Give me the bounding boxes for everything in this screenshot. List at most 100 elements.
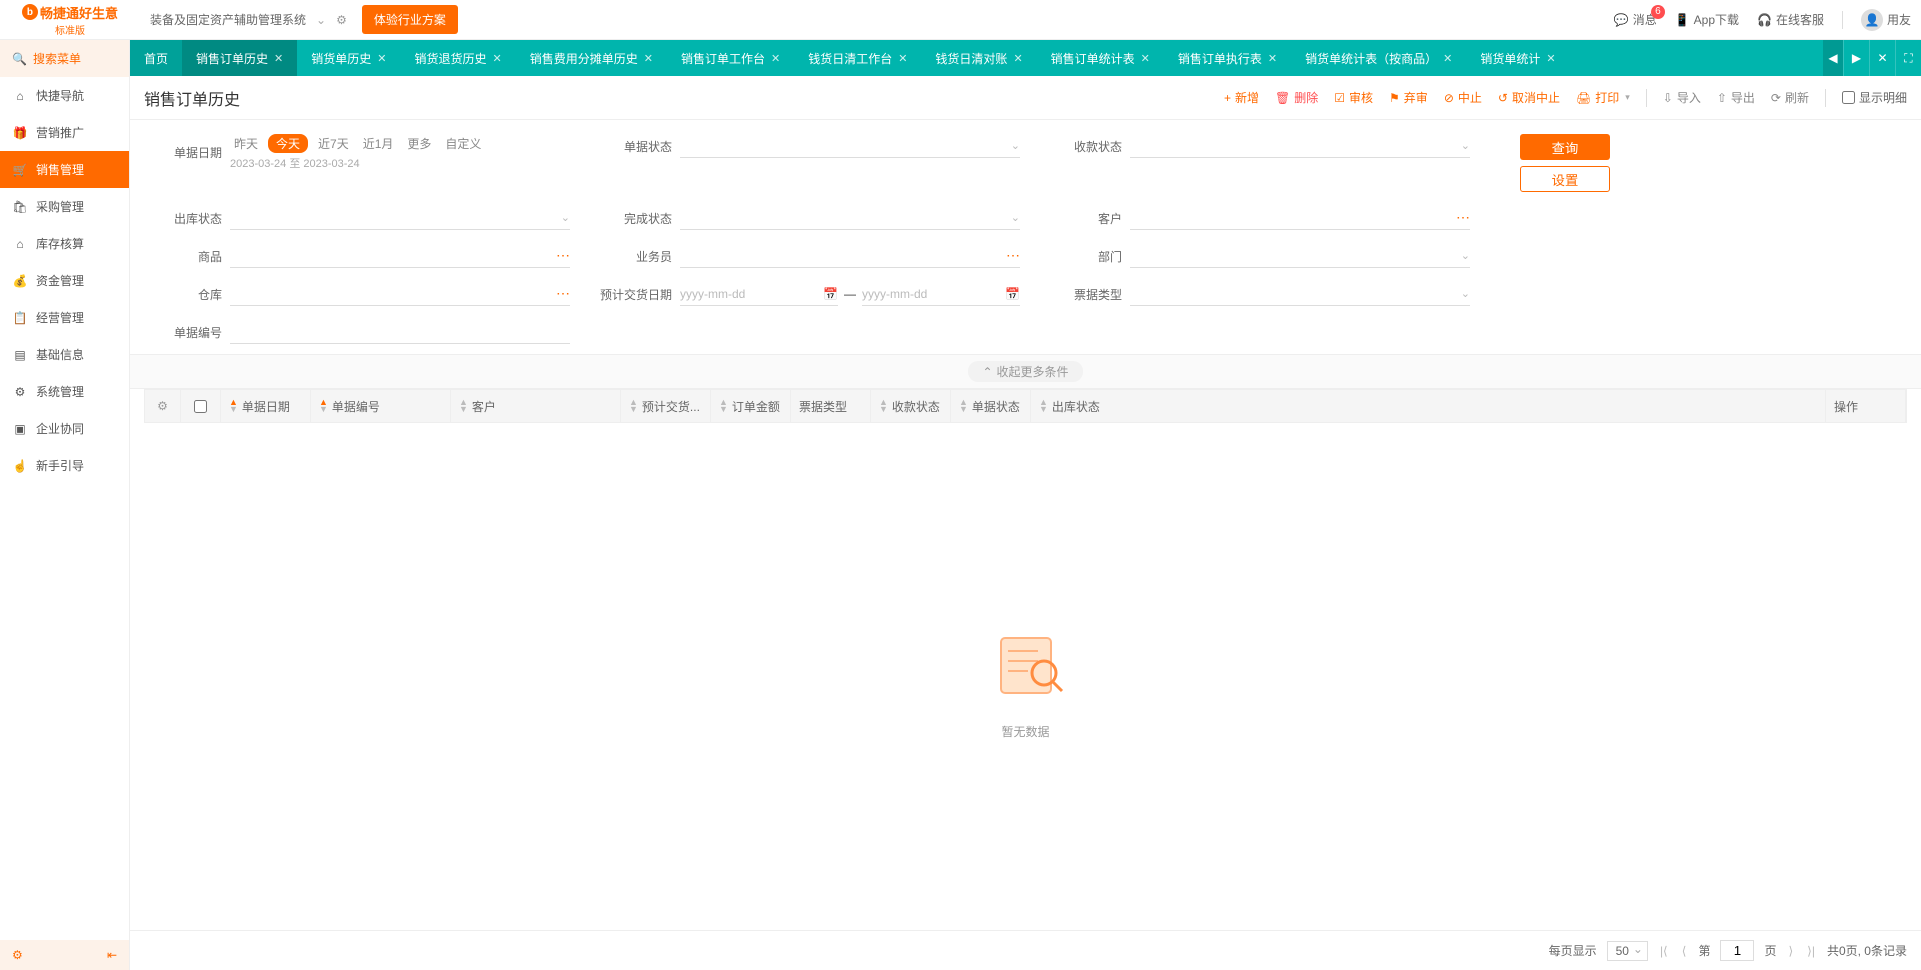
gear-icon[interactable]: ⚙ [336,13,347,27]
date-pill[interactable]: 近1月 [359,134,398,153]
settings-icon[interactable]: ⚙ [12,948,23,962]
close-icon[interactable]: ✕ [771,52,780,65]
unstop-button[interactable]: ↺取消中止 [1498,89,1560,106]
status-select[interactable]: ⌄ [680,134,1020,158]
close-icon[interactable]: ✕ [274,52,283,65]
pay-select[interactable]: ⌄ [1130,134,1470,158]
date-pill[interactable]: 更多 [403,134,435,153]
close-icon[interactable]: ✕ [377,52,386,65]
date-pill[interactable]: 昨天 [230,134,262,153]
show-detail-checkbox[interactable]: 显示明细 [1842,89,1907,106]
date-pill[interactable]: 自定义 [441,134,485,153]
tab[interactable]: 销货单统计✕ [1466,40,1569,76]
col-out[interactable]: ▲▼出库状态 [1031,390,1826,422]
search-menu[interactable]: 🔍 搜索菜单 [0,40,129,77]
date-pill[interactable]: 今天 [268,134,308,153]
out-select[interactable]: ⌄ [230,206,570,230]
close-icon[interactable]: ✕ [1141,52,1150,65]
export-button[interactable]: ⇧导出 [1717,89,1755,106]
col-date[interactable]: ▲▼单据日期 [221,390,311,422]
tab-close-all[interactable]: ✕ [1869,40,1895,76]
add-button[interactable]: +新增 [1224,89,1259,106]
next-page-button[interactable]: ⟩ [1786,944,1795,958]
deliver-to-input[interactable]: yyyy-mm-dd📅 [862,282,1020,306]
online-service-button[interactable]: 🎧 在线客服 [1757,11,1824,28]
sidebar-item[interactable]: 🎁营销推广 [0,114,129,151]
collapse-sidebar-icon[interactable]: ⇤ [107,948,117,962]
tab-scroll-right[interactable]: ▶ [1843,40,1869,76]
tab[interactable]: 销售订单工作台✕ [667,40,794,76]
sidebar-item[interactable]: 📋经营管理 [0,299,129,336]
col-type[interactable]: 票据类型 [791,390,871,422]
inv-select[interactable]: ⌄ [1130,282,1470,306]
customer-picker[interactable]: ⋯ [1130,206,1470,230]
last-page-button[interactable]: ⟩| [1805,944,1817,958]
tab[interactable]: 销货单统计表（按商品）✕ [1291,40,1466,76]
delete-button[interactable]: 🗑删除 [1275,89,1318,106]
user-menu[interactable]: 👤 用友 [1861,9,1911,31]
tab[interactable]: 销售费用分摊单历史✕ [516,40,667,76]
import-button[interactable]: ⇩导入 [1663,89,1701,106]
sidebar-item[interactable]: 🛍采购管理 [0,188,129,225]
date-pill[interactable]: 近7天 [314,134,353,153]
close-icon[interactable]: ✕ [644,52,653,65]
close-icon[interactable]: ✕ [1443,52,1452,65]
sidebar-item[interactable]: 💰资金管理 [0,262,129,299]
tab[interactable]: 销货退货历史✕ [400,40,515,76]
audit-button[interactable]: ☑审核 [1334,89,1373,106]
stop-button[interactable]: ⊘中止 [1444,89,1482,106]
system-select[interactable]: 装备及固定资产辅助管理系统 ⌄ ⚙ [150,11,347,28]
sidebar-item[interactable]: ⚙系统管理 [0,373,129,410]
finish-select[interactable]: ⌄ [680,206,1020,230]
warehouse-picker[interactable]: ⋯ [230,282,570,306]
tab[interactable]: 销售订单历史✕ [182,40,297,76]
discard-button[interactable]: ⚑弃审 [1389,89,1428,106]
col-pay[interactable]: ▲▼收款状态 [871,390,951,422]
tab-scroll-left[interactable]: ◀ [1823,40,1843,76]
tab[interactable]: 首页 [130,40,182,76]
close-icon[interactable]: ✕ [1013,52,1022,65]
tab[interactable]: 钱货日清对账✕ [921,40,1036,76]
no-input[interactable] [230,320,570,344]
collapse-bar[interactable]: ⌃收起更多条件 [130,354,1921,389]
deliver-from-input[interactable]: yyyy-mm-dd📅 [680,282,838,306]
sidebar-item[interactable]: ⌂快捷导航 [0,77,129,114]
col-no[interactable]: ▲▼单据编号 [311,390,451,422]
col-customer[interactable]: ▲▼客户 [451,390,621,422]
col-bill[interactable]: ▲▼单据状态 [951,390,1031,422]
app-download-button[interactable]: 📱 App下载 [1675,11,1739,28]
close-icon[interactable]: ✕ [898,52,907,65]
dept-select[interactable]: ⌄ [1130,244,1470,268]
sidebar-item[interactable]: ⌂库存核算 [0,225,129,262]
goods-picker[interactable]: ⋯ [230,244,570,268]
close-icon[interactable]: ✕ [1268,52,1277,65]
page-size-select[interactable]: 50 [1607,941,1648,961]
col-amount[interactable]: ▲▼订单金额 [711,390,791,422]
search-button[interactable]: 查询 [1520,134,1610,160]
refresh-button[interactable]: ⟳刷新 [1771,89,1809,106]
prev-page-button[interactable]: ⟨ [1680,944,1689,958]
tab-fullscreen[interactable]: ⛶ [1895,40,1921,76]
chevron-down-icon: ⌄ [1461,139,1470,152]
page-input[interactable] [1720,940,1754,961]
finish-label: 完成状态 [600,210,680,227]
tab[interactable]: 销售订单执行表✕ [1164,40,1291,76]
sidebar-item[interactable]: 🛒销售管理 [0,151,129,188]
sidebar-item[interactable]: ▣企业协同 [0,410,129,447]
industry-button[interactable]: 体验行业方案 [362,5,458,34]
print-button[interactable]: 🖨打印▾ [1576,89,1630,106]
config-button[interactable]: 设置 [1520,166,1610,192]
column-config-icon[interactable]: ⚙ [145,390,181,422]
sidebar-item[interactable]: ☝新手引导 [0,447,129,484]
close-icon[interactable]: ✕ [493,52,502,65]
tab[interactable]: 销货单历史✕ [297,40,400,76]
sidebar-item[interactable]: ▤基础信息 [0,336,129,373]
close-icon[interactable]: ✕ [1546,52,1555,65]
tab[interactable]: 钱货日清工作台✕ [794,40,921,76]
tab[interactable]: 销售订单统计表✕ [1037,40,1164,76]
messages-button[interactable]: 💬 消息 6 [1614,11,1657,28]
first-page-button[interactable]: |⟨ [1658,944,1670,958]
biz-picker[interactable]: ⋯ [680,244,1020,268]
col-deliver[interactable]: ▲▼预计交货... [621,390,711,422]
select-all-checkbox[interactable] [181,390,221,422]
